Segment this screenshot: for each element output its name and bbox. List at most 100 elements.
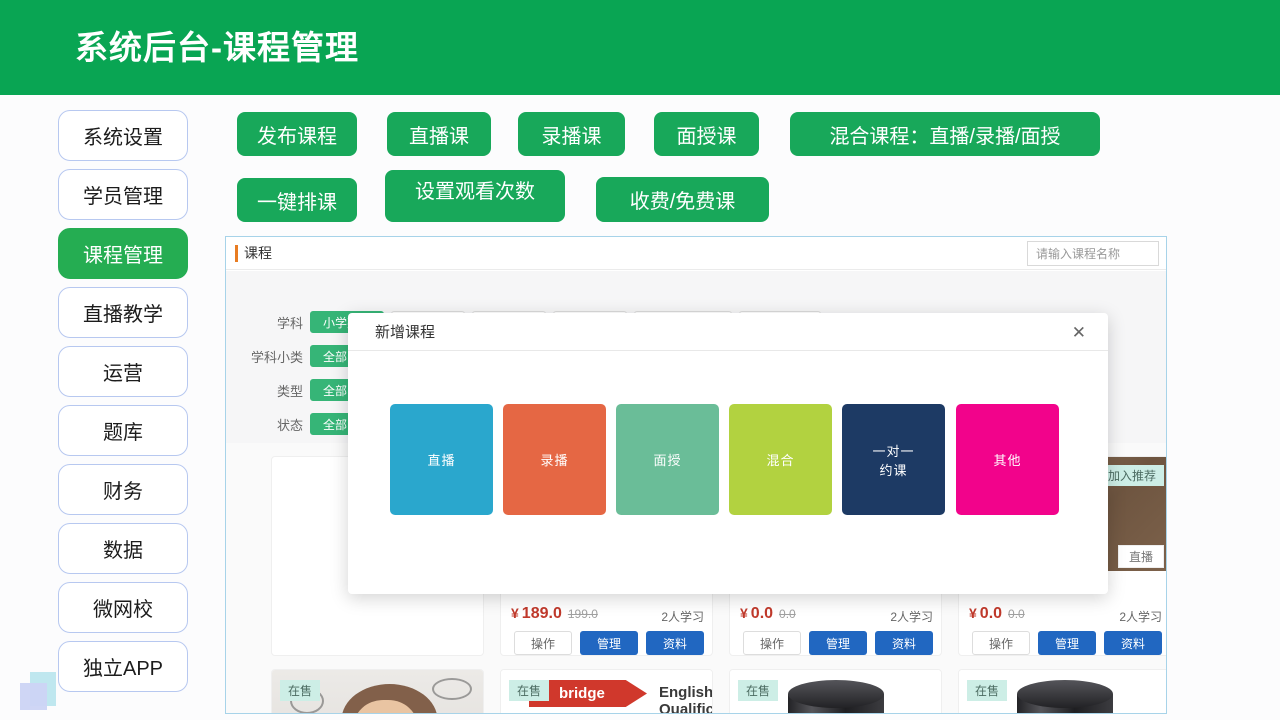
course-card[interactable]: 在售 xyxy=(729,669,942,714)
sidebar-item-label: 微网校 xyxy=(93,593,153,622)
sidebar-item-live-teaching[interactable]: 直播教学 xyxy=(58,287,188,338)
type-label: 录播 xyxy=(540,450,568,469)
sidebar-item-label: 独立APP xyxy=(83,652,163,681)
button-label: 混合课程：直播/录播/面授 xyxy=(829,120,1060,149)
original-price: 199.0 xyxy=(568,607,598,621)
course-card[interactable]: bridge English Qualifications 在售 xyxy=(500,669,713,714)
sidebar-item-micro-school[interactable]: 微网校 xyxy=(58,582,188,633)
price-row: ¥189.0 199.0 2人学习 xyxy=(511,605,704,625)
material-button[interactable]: 资料 xyxy=(875,631,933,655)
lens-cap-graphic xyxy=(788,680,884,708)
sidebar-item-finance[interactable]: 财务 xyxy=(58,464,188,515)
course-card[interactable]: 在售 xyxy=(271,669,484,714)
filter-label: 类型 xyxy=(226,381,303,400)
students-count: 2人学习 xyxy=(890,608,933,625)
page: 系统后台-课程管理 系统设置 学员管理 课程管理 直播教学 运营 题库 财务 数… xyxy=(0,0,1280,720)
card-actions: 操作 管理 资料 xyxy=(972,631,1162,655)
currency-symbol: ¥ xyxy=(740,605,748,621)
sidebar-item-data[interactable]: 数据 xyxy=(58,523,188,574)
original-price: 0.0 xyxy=(1008,607,1025,621)
panel-header: 课程 xyxy=(226,237,1166,270)
sidebar-item-label: 财务 xyxy=(103,475,143,504)
button-label: 设置观看次数 xyxy=(415,175,535,204)
manage-button[interactable]: 管理 xyxy=(580,631,638,655)
header-bar: 系统后台-课程管理 xyxy=(0,0,1280,95)
sidebar-item-label: 直播教学 xyxy=(83,298,163,327)
sidebar-item-system-settings[interactable]: 系统设置 xyxy=(58,110,188,161)
sidebar-item-label: 题库 xyxy=(103,416,143,445)
paid-free-course-button[interactable]: 收费/免费课 xyxy=(596,177,769,222)
course-image: 在售 xyxy=(959,670,1167,714)
recorded-course-button[interactable]: 录播课 xyxy=(518,112,625,156)
sidebar-item-course-management[interactable]: 课程管理 xyxy=(58,228,188,279)
course-type-offline[interactable]: 面授 xyxy=(616,404,719,515)
on-sale-badge: 在售 xyxy=(280,680,320,701)
sidebar-item-label: 系统设置 xyxy=(83,121,163,150)
one-key-schedule-button[interactable]: 一键排课 xyxy=(237,178,357,222)
add-course-modal: 新增课程 ✕ 直播 录播 面授 混合 一对一 约课 其他 xyxy=(348,313,1108,594)
type-label: 直播 xyxy=(427,450,455,469)
price-value: 0.0 xyxy=(980,605,1002,622)
course-type-recorded[interactable]: 录播 xyxy=(503,404,606,515)
type-label: 混合 xyxy=(766,450,794,469)
filter-label: 学科小类 xyxy=(226,347,303,366)
type-label: 其他 xyxy=(993,450,1021,469)
price-value: 189.0 xyxy=(522,605,562,622)
operate-button[interactable]: 操作 xyxy=(972,631,1030,655)
live-course-button[interactable]: 直播课 xyxy=(387,112,491,156)
sidebar-item-student-management[interactable]: 学员管理 xyxy=(58,169,188,220)
original-price: 0.0 xyxy=(779,607,796,621)
course-type-one-on-one[interactable]: 一对一 约课 xyxy=(842,404,945,515)
manage-button[interactable]: 管理 xyxy=(809,631,867,655)
price-row: ¥0.0 0.0 2人学习 xyxy=(740,605,933,625)
sidebar-item-operations[interactable]: 运营 xyxy=(58,346,188,397)
button-label: 面授课 xyxy=(677,120,737,149)
type-label: 一对一 约课 xyxy=(872,441,914,479)
students-count: 2人学习 xyxy=(1119,608,1162,625)
on-sale-badge: 在售 xyxy=(509,680,549,701)
material-button[interactable]: 资料 xyxy=(646,631,704,655)
logo-text: bridge xyxy=(559,685,605,702)
course-image: bridge English Qualifications 在售 xyxy=(501,670,712,714)
lens-cap-graphic xyxy=(1017,680,1113,708)
course-card[interactable]: 在售 xyxy=(958,669,1167,714)
page-title: 系统后台-课程管理 xyxy=(75,0,359,95)
sidebar-item-question-bank[interactable]: 题库 xyxy=(58,405,188,456)
currency-symbol: ¥ xyxy=(511,605,519,621)
publish-course-button[interactable]: 发布课程 xyxy=(237,112,357,156)
modal-title: 新增课程 xyxy=(375,313,435,351)
sidebar-item-label: 学员管理 xyxy=(83,180,163,209)
set-watch-count-button[interactable]: 设置观看次数 xyxy=(385,170,565,222)
price-value: 0.0 xyxy=(751,605,773,622)
students-count: 2人学习 xyxy=(661,608,704,625)
button-label: 录播课 xyxy=(542,120,602,149)
manage-button[interactable]: 管理 xyxy=(1038,631,1096,655)
filter-label: 状态 xyxy=(226,415,303,434)
type-label: 面授 xyxy=(653,450,681,469)
logo-caption: English Qualifications xyxy=(659,684,712,714)
course-type-live[interactable]: 直播 xyxy=(390,404,493,515)
course-type-other[interactable]: 其他 xyxy=(956,404,1059,515)
course-type-chip: 直播 xyxy=(1118,545,1164,568)
offline-course-button[interactable]: 面授课 xyxy=(654,112,759,156)
operate-button[interactable]: 操作 xyxy=(514,631,572,655)
course-type-mixed[interactable]: 混合 xyxy=(729,404,832,515)
material-button[interactable]: 资料 xyxy=(1104,631,1162,655)
price-row: ¥0.00.0 2人学习 xyxy=(969,605,1162,625)
mixed-course-button[interactable]: 混合课程：直播/录播/面授 xyxy=(790,112,1100,156)
sidebar-item-standalone-app[interactable]: 独立APP xyxy=(58,641,188,692)
modal-header: 新增课程 ✕ xyxy=(348,313,1108,351)
button-label: 直播课 xyxy=(409,120,469,149)
filter-label: 学科 xyxy=(226,313,303,332)
sidebar-item-label: 数据 xyxy=(103,534,143,563)
button-label: 发布课程 xyxy=(257,120,337,149)
course-search-input[interactable] xyxy=(1027,241,1159,266)
card-actions: 操作 管理 资料 xyxy=(514,631,704,655)
button-label: 一键排课 xyxy=(257,186,337,215)
recommend-badge: 加入推荐 xyxy=(1100,465,1164,486)
close-icon[interactable]: ✕ xyxy=(1072,313,1086,351)
sidebar-item-label: 课程管理 xyxy=(83,239,163,268)
whiteboard-doodle xyxy=(432,678,472,700)
title-accent-bar xyxy=(235,245,238,262)
operate-button[interactable]: 操作 xyxy=(743,631,801,655)
